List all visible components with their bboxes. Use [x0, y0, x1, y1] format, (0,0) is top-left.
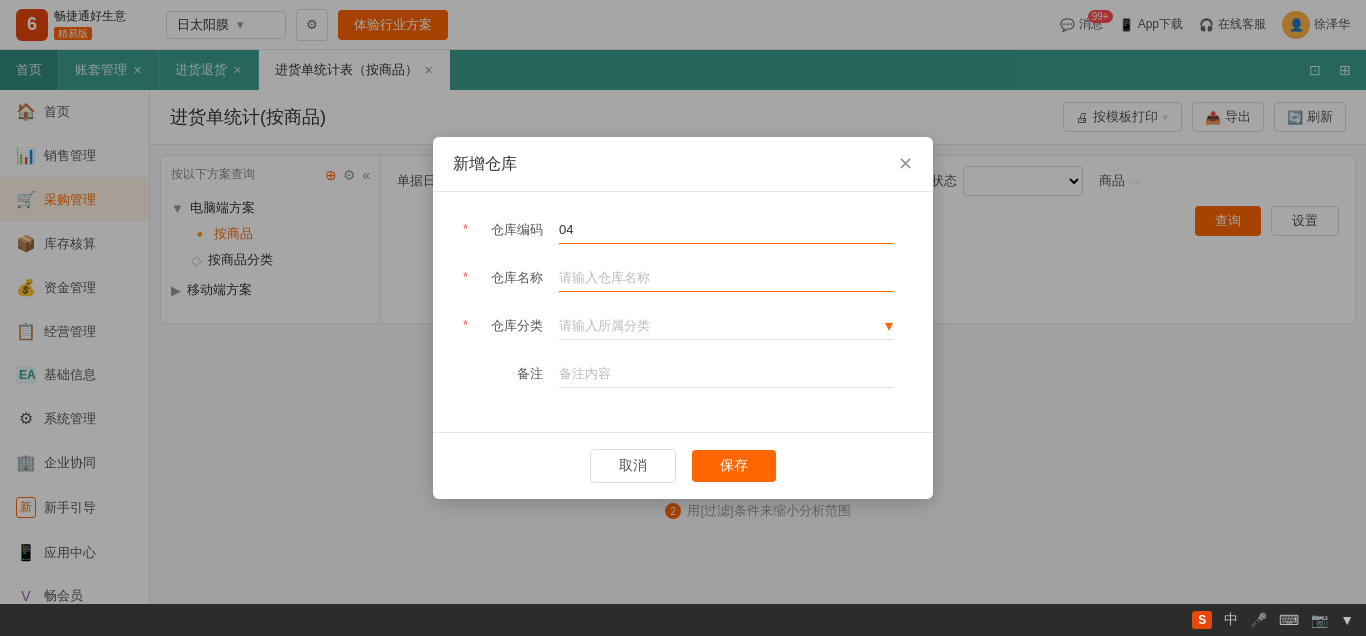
save-button[interactable]: 保存: [692, 450, 776, 482]
modal-header: 新增仓库 ✕: [433, 137, 933, 192]
warehouse-modal: 新增仓库 ✕ 仓库编码 仓库名称 仓库分类 ▾: [433, 137, 933, 499]
form-row-code: 仓库编码: [473, 216, 893, 244]
form-row-name: 仓库名称: [473, 264, 893, 292]
mic-icon[interactable]: 🎤: [1250, 612, 1267, 628]
note-input[interactable]: [559, 360, 893, 388]
name-label: 仓库名称: [473, 269, 543, 287]
name-input[interactable]: [559, 264, 893, 292]
form-row-note: 备注: [473, 360, 893, 388]
category-select-row: ▾: [559, 312, 893, 340]
bottom-bar: S 中 🎤 ⌨ 📷 ▼: [0, 604, 1366, 636]
modal-close-button[interactable]: ✕: [898, 153, 913, 175]
form-row-category: 仓库分类 ▾: [473, 312, 893, 340]
note-label: 备注: [473, 365, 543, 383]
category-label: 仓库分类: [473, 317, 543, 335]
keyboard-icon[interactable]: ⌨: [1279, 612, 1299, 628]
cancel-button[interactable]: 取消: [590, 449, 676, 483]
more-icon[interactable]: ▼: [1340, 612, 1354, 628]
s-logo: S: [1192, 611, 1212, 629]
code-input[interactable]: [559, 216, 893, 244]
modal-footer: 取消 保存: [433, 432, 933, 499]
code-label: 仓库编码: [473, 221, 543, 239]
modal-title: 新增仓库: [453, 154, 517, 175]
category-dropdown-icon[interactable]: ▾: [885, 316, 893, 335]
modal-overlay[interactable]: 新增仓库 ✕ 仓库编码 仓库名称 仓库分类 ▾: [0, 0, 1366, 636]
chinese-icon[interactable]: 中: [1224, 611, 1238, 629]
modal-body: 仓库编码 仓库名称 仓库分类 ▾ 备注: [433, 192, 933, 432]
category-input[interactable]: [559, 318, 885, 333]
camera-icon[interactable]: 📷: [1311, 612, 1328, 628]
